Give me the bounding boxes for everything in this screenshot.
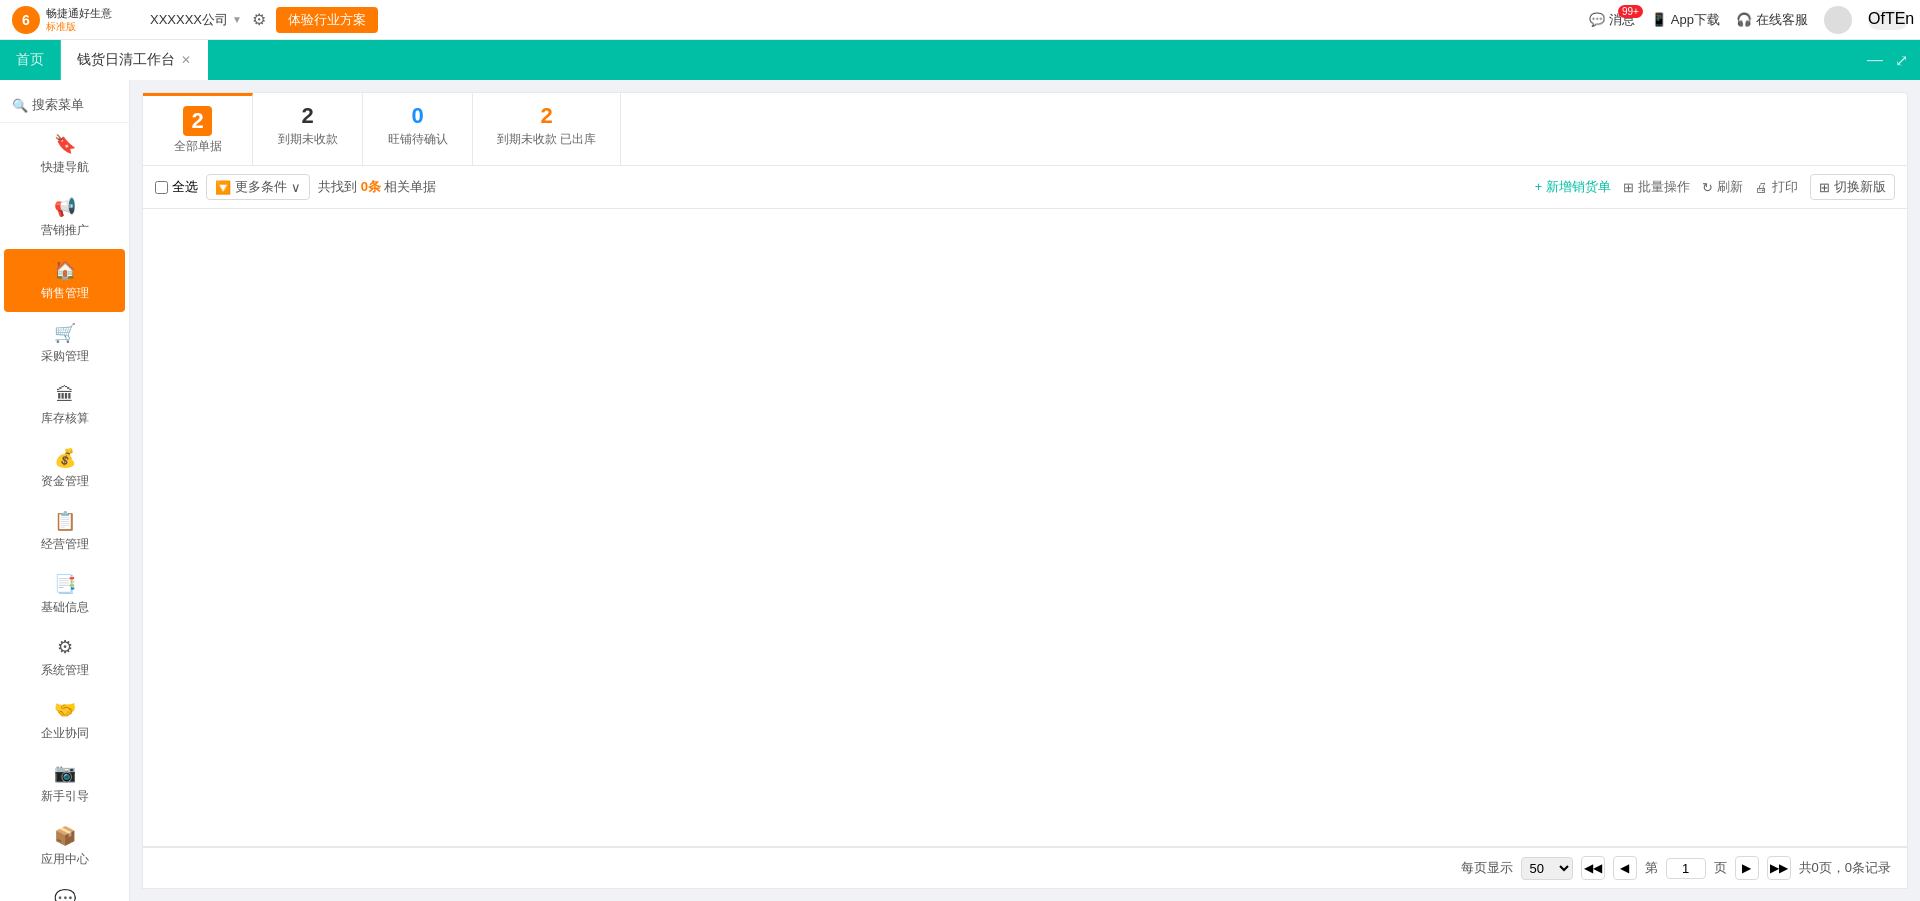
tab-money-goods[interactable]: 钱货日清工作台 ✕: [61, 40, 208, 80]
sidebar-item-marketing[interactable]: 📢 营销推广: [4, 186, 125, 249]
sidebar-item-purchase[interactable]: 🛒 采购管理: [4, 312, 125, 375]
minimize-icon[interactable]: —: [1863, 47, 1887, 73]
search-icon: 🔍: [12, 98, 28, 113]
stat-count-overdue: 2: [301, 103, 313, 129]
stat-count-all: 2: [183, 106, 211, 136]
stat-label-all: 全部单据: [174, 138, 222, 155]
batch-icon: ⊞: [1623, 180, 1634, 195]
gear-icon: ⚙: [252, 11, 266, 28]
app-center-icon: 📦: [54, 825, 76, 847]
sidebar-item-wechat-biz[interactable]: 💬 企业微信: [4, 878, 125, 901]
online-service-button[interactable]: 🎧 在线客服: [1736, 11, 1808, 29]
trial-button[interactable]: 体验行业方案: [276, 7, 378, 33]
message-button[interactable]: 💬 消息 99+: [1589, 11, 1635, 29]
page-size-select[interactable]: 50 100 200: [1521, 857, 1573, 880]
logo-text: 畅捷通好生意 标准版: [46, 6, 112, 33]
stat-tab-overdue[interactable]: 2 到期未收款: [253, 93, 363, 165]
refresh-button[interactable]: ↻ 刷新: [1702, 178, 1743, 196]
add-sale-order-button[interactable]: + 新增销货单: [1535, 178, 1611, 196]
switch-version-button[interactable]: ⊞ 切换新版: [1810, 174, 1895, 200]
sidebar: 🔍 搜索菜单 🔖 快捷导航 📢 营销推广 🏠 销售管理 🛒 采购管理 🏛 库存核…: [0, 80, 130, 901]
result-count: 0条: [361, 179, 381, 194]
filter-icon: 🔽: [215, 180, 231, 195]
sidebar-item-sales[interactable]: 🏠 销售管理: [4, 249, 125, 312]
sidebar-item-inventory[interactable]: 🏛 库存核算: [4, 375, 125, 437]
settings-button[interactable]: ⚙: [252, 10, 266, 29]
refresh-icon: ↻: [1702, 180, 1713, 195]
select-all-checkbox[interactable]: 全选: [155, 178, 198, 196]
sidebar-item-operation[interactable]: 📋 经营管理: [4, 500, 125, 563]
sales-icon: 🏠: [54, 259, 76, 281]
stat-count-wangdian: 0: [411, 103, 423, 129]
header-right: 💬 消息 99+ 📱 App下载 🎧 在线客服 OfTEn: [1589, 6, 1908, 34]
stat-label-overdue: 到期未收款: [278, 131, 338, 148]
sidebar-item-guide[interactable]: 📷 新手引导: [4, 752, 125, 815]
purchase-icon: 🛒: [54, 322, 76, 344]
result-text: 共找到 0条 相关单据: [318, 178, 436, 196]
enterprise-icon: 🤝: [54, 699, 76, 721]
pagination: 每页显示 50 100 200 ◀◀ ◀ 第 页 ▶ ▶▶ 共0页，0条记录: [142, 847, 1908, 889]
last-page-button[interactable]: ▶▶: [1767, 856, 1791, 880]
sidebar-item-app-center[interactable]: 📦 应用中心: [4, 815, 125, 878]
stat-tab-all[interactable]: 2 全部单据: [143, 93, 253, 165]
print-icon: 🖨: [1755, 180, 1768, 195]
filter-button[interactable]: 🔽 更多条件 ∨: [206, 174, 310, 200]
stat-tab-wangdian[interactable]: 0 旺铺待确认: [363, 93, 473, 165]
guide-icon: 📷: [54, 762, 76, 784]
logo-area: 6 畅捷通好生意 标准版: [12, 6, 142, 34]
stat-tab-overdue-unshipped[interactable]: 2 到期未收款 已出库: [473, 93, 621, 165]
stat-label-wangdian: 旺铺待确认: [388, 131, 448, 148]
sidebar-item-finance[interactable]: 💰 资金管理: [4, 437, 125, 500]
service-icon: 🎧: [1736, 12, 1752, 27]
inventory-icon: 🏛: [56, 385, 74, 406]
finance-icon: 💰: [54, 447, 76, 469]
app-download-button[interactable]: 📱 App下载: [1651, 11, 1720, 29]
message-badge: 99+: [1618, 5, 1643, 18]
system-icon: ⚙: [57, 636, 73, 658]
stats-tabs: 2 全部单据 2 到期未收款 0 旺铺待确认 2 到期未收款 已出库: [142, 92, 1908, 165]
sidebar-item-quick-nav[interactable]: 🔖 快捷导航: [4, 123, 125, 186]
message-icon: 💬: [1589, 12, 1605, 27]
stat-label-overdue-unshipped: 到期未收款 已出库: [497, 131, 596, 148]
chevron-down-icon: ▼: [232, 14, 242, 25]
sidebar-item-system[interactable]: ⚙ 系统管理: [4, 626, 125, 689]
print-button[interactable]: 🖨 打印: [1755, 178, 1798, 196]
toolbar-right: + 新增销货单 ⊞ 批量操作 ↻ 刷新 🖨 打印 ⊞ 切换新版: [1535, 174, 1895, 200]
layout: 🔍 搜索菜单 🔖 快捷导航 📢 营销推广 🏠 销售管理 🛒 采购管理 🏛 库存核…: [0, 80, 1920, 901]
logo-icon: 6: [12, 6, 40, 34]
tab-home[interactable]: 首页: [0, 40, 61, 80]
chevron-down-icon: ∨: [291, 180, 301, 195]
basic-info-icon: 📑: [54, 573, 76, 595]
first-page-button[interactable]: ◀◀: [1581, 856, 1605, 880]
table-empty: [143, 209, 1907, 846]
page-number-input[interactable]: [1666, 858, 1706, 879]
prev-page-button[interactable]: ◀: [1613, 856, 1637, 880]
wechat-icon: 💬: [54, 888, 76, 901]
close-tab-icon[interactable]: ✕: [181, 53, 191, 67]
bookmark-icon: 🔖: [54, 133, 76, 155]
marketing-icon: 📢: [54, 196, 76, 218]
top-header: 6 畅捷通好生意 标准版 XXXXXX公司 ▼ ⚙ 体验行业方案 💬 消息 99…: [0, 0, 1920, 40]
sidebar-item-basic-info[interactable]: 📑 基础信息: [4, 563, 125, 626]
stat-count-overdue-unshipped: 2: [541, 103, 553, 129]
company-selector[interactable]: XXXXXX公司 ▼: [150, 11, 242, 29]
switch-icon: ⊞: [1819, 180, 1830, 195]
toolbar-left: 全选 🔽 更多条件 ∨ 共找到 0条 相关单据: [155, 174, 1527, 200]
user-name: OfTEn: [1868, 10, 1908, 30]
avatar[interactable]: [1824, 6, 1852, 34]
search-menu[interactable]: 🔍 搜索菜单: [0, 88, 129, 123]
checkbox-input[interactable]: [155, 181, 168, 194]
table-area: [142, 209, 1908, 847]
batch-operation-button[interactable]: ⊞ 批量操作: [1623, 178, 1690, 196]
tab-actions: — ⤢: [1863, 40, 1920, 80]
nav-tabs-bar: 首页 钱货日清工作台 ✕ — ⤢: [0, 40, 1920, 80]
download-icon: 📱: [1651, 12, 1667, 27]
operation-icon: 📋: [54, 510, 76, 532]
next-page-button[interactable]: ▶: [1735, 856, 1759, 880]
expand-icon[interactable]: ⤢: [1891, 47, 1912, 74]
main-content: 2 全部单据 2 到期未收款 0 旺铺待确认 2 到期未收款 已出库 全选: [130, 80, 1920, 901]
toolbar: 全选 🔽 更多条件 ∨ 共找到 0条 相关单据 + 新增销货单 ⊞ 批量操作: [142, 165, 1908, 209]
sidebar-item-enterprise[interactable]: 🤝 企业协同: [4, 689, 125, 752]
